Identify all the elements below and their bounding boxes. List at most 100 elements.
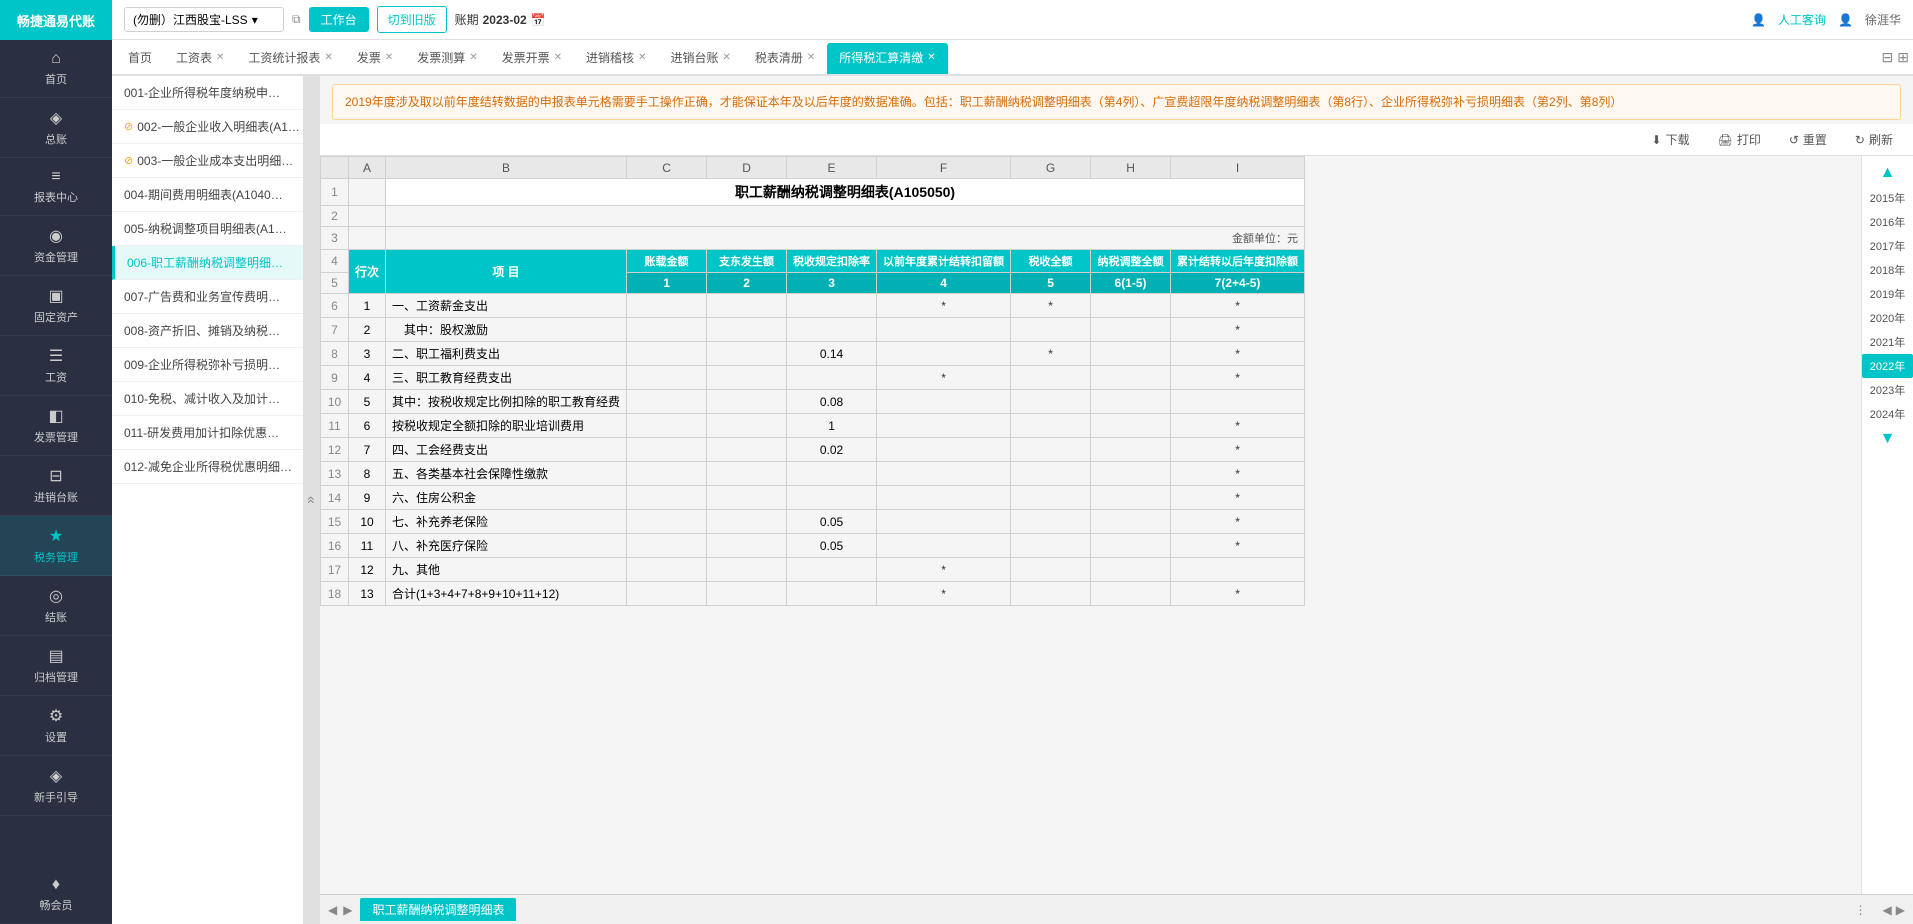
sub-menu-item-003[interactable]: ⊘ 003-一般企业成本支出明细…	[112, 144, 303, 178]
tab-tax-clear-close[interactable]: ✕	[807, 52, 815, 63]
tab-sales-ledger-close[interactable]: ✕	[722, 52, 730, 63]
spreadsheet-container[interactable]: A B C D E F G H I	[320, 156, 1861, 894]
table-row: 10 5 其中：按税收规定比例扣除的职工教育经费 0.08	[321, 390, 1305, 414]
sub-menu-item-009[interactable]: 009-企业所得税弥补亏损明…	[112, 348, 303, 382]
calendar-icon[interactable]: 📅	[531, 13, 546, 27]
sidebar-item-fund[interactable]: ◉ 资金管理	[0, 216, 112, 276]
tab-payroll[interactable]: 工资表 ✕	[164, 43, 236, 74]
sidebar-item-payroll[interactable]: ☰ 工资	[0, 336, 112, 396]
sidebar-item-general-ledger[interactable]: ◈ 总账	[0, 98, 112, 158]
rownum-2: 2	[321, 206, 349, 227]
tab-sales-ledger[interactable]: 进销台账 ✕	[658, 43, 742, 74]
sub-menu-item-011[interactable]: 011-研发费用加计扣除优惠…	[112, 416, 303, 450]
period-info: 账期 2023-02 📅	[455, 11, 546, 28]
tab-income-tax[interactable]: 所得税汇算清缴 ✕	[827, 43, 947, 74]
reset-button[interactable]: ↺ 重置	[1781, 128, 1835, 151]
sheet-options-icon[interactable]: ⋮	[1855, 903, 1867, 917]
year-item-2019[interactable]: 2019年	[1862, 282, 1913, 306]
sub-menu-item-006[interactable]: 006-职工薪酬纳税调整明细…	[112, 246, 303, 280]
sheet-nav-left[interactable]: ◀	[328, 903, 337, 917]
print-button[interactable]: 🖨 打印	[1710, 128, 1769, 151]
tab-invoice-open-close[interactable]: ✕	[554, 52, 562, 63]
sheet-scroll-left[interactable]: ◀	[1883, 903, 1892, 917]
sheet-scroll-right[interactable]: ▶	[1896, 903, 1905, 917]
tab-tax-clear[interactable]: 税表清册 ✕	[743, 43, 827, 74]
year-item-2020[interactable]: 2020年	[1862, 306, 1913, 330]
old-version-button[interactable]: 切到旧版	[377, 6, 447, 33]
error-icon-002: ⊘	[124, 120, 133, 133]
print-icon: 🖨	[1718, 133, 1733, 147]
tab-invoice[interactable]: 发票 ✕	[345, 43, 405, 74]
sheet-nav-right[interactable]: ▶	[343, 903, 352, 917]
col-header-H: H	[1091, 157, 1171, 179]
tab-invoice-close[interactable]: ✕	[385, 52, 393, 63]
sub-menu-item-004[interactable]: 004-期间费用明细表(A1040…	[112, 178, 303, 212]
settings-icon: ⚙	[49, 706, 63, 726]
sidebar-item-closing[interactable]: ◎ 结账	[0, 576, 112, 636]
sub-menu-item-008[interactable]: 008-资产折旧、摊销及纳税…	[112, 314, 303, 348]
tab-sales-check-close[interactable]: ✕	[638, 52, 646, 63]
username: 徐涯华	[1865, 11, 1901, 28]
year-item-2022[interactable]: 2022年	[1862, 354, 1913, 378]
col-header-B: B	[386, 157, 627, 179]
tab-invoice-calc-close[interactable]: ✕	[469, 52, 477, 63]
sidebar: 畅捷通易代账 ⌂ 首页 ◈ 总账 ≡ 报表中心 ◉ 资金管理 ▣ 固定资产 ☰ …	[0, 0, 112, 924]
tab-income-tax-close[interactable]: ✕	[927, 52, 935, 63]
refresh-button[interactable]: ↻ 刷新	[1847, 128, 1901, 151]
sidebar-item-report[interactable]: ≡ 报表中心	[0, 158, 112, 216]
copy-icon[interactable]: ⧉	[292, 12, 301, 27]
table-row: 15 10 七、补充养老保险 0.05 *	[321, 510, 1305, 534]
year-item-2021[interactable]: 2021年	[1862, 330, 1913, 354]
company-selector[interactable]: (勿删）江西股宝-LSS ▾	[124, 7, 284, 32]
table-row: 9 4 三、职工教育经费支出 * *	[321, 366, 1305, 390]
year-nav-down[interactable]: ▼	[1876, 426, 1900, 452]
tab-minimize-icon[interactable]: ⊟	[1882, 49, 1894, 66]
sidebar-item-vip[interactable]: ♦ 畅会员	[0, 866, 112, 924]
tab-maximize-icon[interactable]: ⊞	[1897, 49, 1909, 66]
sidebar-item-settings[interactable]: ⚙ 设置	[0, 696, 112, 756]
tab-payroll-stat-close[interactable]: ✕	[324, 52, 332, 63]
header-d: 支东发生额	[707, 250, 787, 273]
table-row-header1: 4 行次 项 目 账载金额 支东发生额 税收规定扣除率 以前年度累计结转扣留额 …	[321, 250, 1305, 273]
sub-menu-item-012[interactable]: 012-减免企业所得税优惠明细…	[112, 450, 303, 484]
tab-invoice-open[interactable]: 发票开票 ✕	[490, 43, 574, 74]
year-item-2018[interactable]: 2018年	[1862, 258, 1913, 282]
year-nav-up[interactable]: ▲	[1876, 160, 1900, 186]
table-row: 17 12 九、其他 *	[321, 558, 1305, 582]
sub-menu-item-010[interactable]: 010-免税、减计收入及加计…	[112, 382, 303, 416]
year-item-2024[interactable]: 2024年	[1862, 402, 1913, 426]
tab-home[interactable]: 首页	[116, 43, 164, 74]
header-f: 以前年度累计结转扣留额	[877, 250, 1011, 273]
sub-menu-item-005[interactable]: 005-纳税调整项目明细表(A1…	[112, 212, 303, 246]
bottom-tab-controls: ⋮ ◀ ▶	[1855, 903, 1905, 917]
tab-invoice-calc[interactable]: 发票测算 ✕	[405, 43, 489, 74]
table-row: 11 6 按税收规定全额扣除的职业培训费用 1 *	[321, 414, 1305, 438]
tab-sales-check[interactable]: 进销稽核 ✕	[574, 43, 658, 74]
sub-menu-item-007[interactable]: 007-广告费和业务宣传费明…	[112, 280, 303, 314]
tab-payroll-close[interactable]: ✕	[216, 52, 224, 63]
collapse-button[interactable]: «	[304, 76, 320, 924]
header-g: 税收全额	[1011, 250, 1091, 273]
customer-service[interactable]: 人工客询	[1778, 11, 1826, 28]
sidebar-item-tax-mgmt[interactable]: ★ 税务管理	[0, 516, 112, 576]
col-header-A: A	[349, 157, 386, 179]
year-item-2016[interactable]: 2016年	[1862, 210, 1913, 234]
bottom-tab-active[interactable]: 职工薪酬纳税调整明细表	[360, 898, 516, 921]
sub-menu-item-001[interactable]: 001-企业所得税年度纳税申…	[112, 76, 303, 110]
sidebar-item-invoice-mgmt[interactable]: ◧ 发票管理	[0, 396, 112, 456]
table-row: 13 8 五、各类基本社会保障性缴款 *	[321, 462, 1305, 486]
sidebar-item-archive[interactable]: ▤ 归档管理	[0, 636, 112, 696]
download-button[interactable]: ⬇ 下载	[1644, 128, 1698, 151]
sub-menu-item-002[interactable]: ⊘ 002-一般企业收入明细表(A1…	[112, 110, 303, 144]
sidebar-item-home[interactable]: ⌂ 首页	[0, 40, 112, 98]
sidebar-item-sales-mgmt[interactable]: ⊟ 进销台账	[0, 456, 112, 516]
sidebar-item-fixed-asset[interactable]: ▣ 固定资产	[0, 276, 112, 336]
tab-payroll-stat[interactable]: 工资统计报表 ✕	[236, 43, 344, 74]
workspace-button[interactable]: 工作台	[309, 7, 369, 32]
year-item-2015[interactable]: 2015年	[1862, 186, 1913, 210]
sidebar-item-guide[interactable]: ◈ 新手引导	[0, 756, 112, 816]
table-row: 16 11 八、补充医疗保险 0.05 *	[321, 534, 1305, 558]
reset-icon: ↺	[1789, 133, 1799, 147]
year-item-2017[interactable]: 2017年	[1862, 234, 1913, 258]
year-item-2023[interactable]: 2023年	[1862, 378, 1913, 402]
